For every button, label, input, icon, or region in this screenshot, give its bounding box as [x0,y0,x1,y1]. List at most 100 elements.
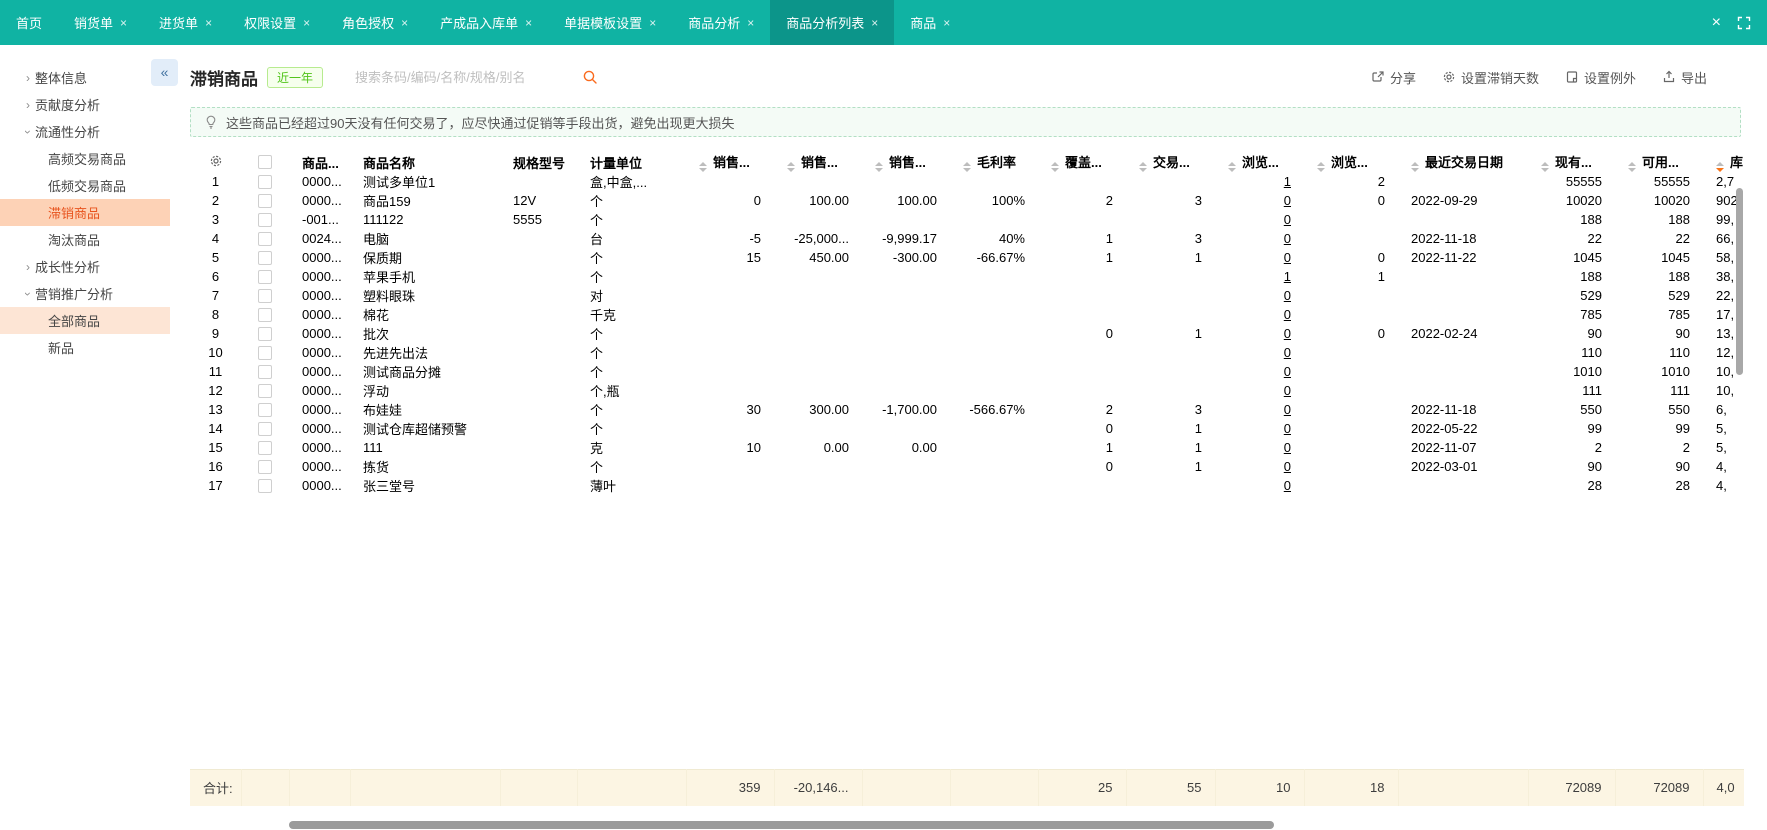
nav-tab[interactable]: 权限设置 × [228,0,326,45]
row-checkbox[interactable] [258,288,272,303]
sort-carets-icon[interactable] [1139,162,1147,172]
sidebar-item[interactable]: 低频交易商品 [0,172,170,199]
row-checkbox[interactable] [258,307,272,322]
views-link[interactable]: 0 [1284,459,1291,474]
sort-carets-icon[interactable] [699,162,707,172]
row-checkbox[interactable] [258,174,272,189]
views-link[interactable]: 0 [1284,383,1291,398]
nav-tab[interactable]: 产成品入库单 × [424,0,548,45]
header-cell-visitors[interactable]: 浏览... [1304,152,1398,172]
sort-carets-icon[interactable] [1411,162,1419,172]
views-link[interactable]: 0 [1284,212,1291,227]
row-checkbox[interactable] [258,193,272,208]
header-cell-on-hand[interactable]: 现有... [1528,152,1615,172]
row-checkbox[interactable] [258,250,272,265]
nav-tab[interactable]: 商品 × [894,0,966,45]
set-stagnant-days-button[interactable]: 设置滞销天数 [1442,68,1539,87]
views-link[interactable]: 0 [1284,421,1291,436]
nav-tab[interactable]: 商品分析列表 × [770,0,895,45]
tab-close-icon[interactable]: × [303,16,310,30]
tab-close-icon[interactable]: × [401,16,408,30]
sidebar-item[interactable]: 全部商品 [0,307,170,334]
tab-close-icon[interactable]: × [525,16,532,30]
row-checkbox[interactable] [258,440,272,455]
nav-tab[interactable]: 角色授权 × [326,0,424,45]
row-checkbox[interactable] [258,269,272,284]
header-cell-sale-profit[interactable]: 销售... [862,152,950,172]
views-link[interactable]: 0 [1284,250,1291,265]
nav-tab[interactable]: 单据模板设置 × [548,0,672,45]
header-cell-last-trade-date[interactable]: 最近交易日期 [1398,152,1528,172]
sidebar-item[interactable]: › 成长性分析 [0,253,170,280]
views-link[interactable]: 0 [1284,231,1291,246]
share-button[interactable]: 分享 [1371,68,1416,87]
header-cell-margin[interactable]: 毛利率 [950,152,1038,172]
sidebar-item[interactable]: › 流通性分析 [0,118,170,145]
views-link[interactable]: 1 [1284,269,1291,284]
sort-carets-icon[interactable] [1628,162,1636,172]
header-cell-trades[interactable]: 交易... [1126,152,1215,172]
views-link[interactable]: 0 [1284,307,1291,322]
search-input[interactable] [353,68,579,86]
row-checkbox[interactable] [258,402,272,417]
sort-carets-icon[interactable] [1541,162,1549,172]
header-cell-sale-qty[interactable]: 销售... [686,152,774,172]
sidebar-item[interactable]: 高频交易商品 [0,145,170,172]
sort-carets-icon[interactable] [963,162,971,172]
header-cell-available[interactable]: 可用... [1615,152,1703,172]
search-icon[interactable] [582,69,598,85]
close-icon[interactable]: × [1712,14,1721,31]
sidebar-item[interactable]: 淘汰商品 [0,226,170,253]
tab-close-icon[interactable]: × [871,16,878,30]
sort-carets-icon[interactable] [1228,162,1236,172]
nav-tab[interactable]: 首页 [0,0,58,45]
views-link[interactable]: 0 [1284,440,1291,455]
column-settings-gear-icon[interactable] [190,152,241,172]
export-button[interactable]: 导出 [1662,68,1707,87]
sort-carets-icon[interactable] [1317,162,1325,172]
row-checkbox[interactable] [258,459,272,474]
header-cell-views[interactable]: 浏览... [1215,152,1304,172]
tab-close-icon[interactable]: × [943,16,950,30]
header-cell-inventory-value[interactable]: 库 [1703,152,1744,172]
sidebar-item[interactable]: › 整体信息 [0,64,170,91]
tab-close-icon[interactable]: × [747,16,754,30]
row-checkbox[interactable] [258,383,272,398]
views-link[interactable]: 0 [1284,288,1291,303]
sidebar-item[interactable]: 新品 [0,334,170,361]
nav-tab[interactable]: 进货单 × [143,0,228,45]
views-link[interactable]: 0 [1284,326,1291,341]
sort-carets-icon[interactable] [787,162,795,172]
sort-carets-icon[interactable] [1716,162,1724,172]
header-cell-sale-amount[interactable]: 销售... [774,152,862,172]
row-checkbox[interactable] [258,231,272,246]
tab-close-icon[interactable]: × [120,16,127,30]
row-checkbox[interactable] [258,326,272,341]
horizontal-scrollbar[interactable] [289,821,1274,829]
nav-tab[interactable]: 商品分析 × [672,0,770,45]
views-link[interactable]: 0 [1284,364,1291,379]
views-link[interactable]: 0 [1284,478,1291,493]
sidebar-collapse-button[interactable]: « [151,59,178,86]
sidebar-item[interactable]: › 营销推广分析 [0,280,170,307]
views-link[interactable]: 0 [1284,345,1291,360]
views-link[interactable]: 0 [1284,402,1291,417]
row-checkbox[interactable] [258,421,272,436]
views-link[interactable]: 1 [1284,174,1291,189]
sidebar-item[interactable]: › 贡献度分析 [0,91,170,118]
sort-carets-icon[interactable] [875,162,883,172]
header-cell-coverage[interactable]: 覆盖... [1038,152,1126,172]
tab-close-icon[interactable]: × [649,16,656,30]
sidebar-item[interactable]: 滞销商品 [0,199,170,226]
select-all-checkbox[interactable] [258,155,272,169]
row-checkbox[interactable] [258,345,272,360]
views-link[interactable]: 0 [1284,193,1291,208]
period-tag[interactable]: 近一年 [267,66,324,88]
row-checkbox[interactable] [258,212,272,227]
row-checkbox[interactable] [258,478,272,493]
nav-tab[interactable]: 销货单 × [58,0,143,45]
set-exception-button[interactable]: 设置例外 [1565,68,1636,87]
vertical-scrollbar[interactable] [1736,188,1743,375]
fullscreen-icon[interactable] [1737,16,1751,30]
tab-close-icon[interactable]: × [205,16,212,30]
